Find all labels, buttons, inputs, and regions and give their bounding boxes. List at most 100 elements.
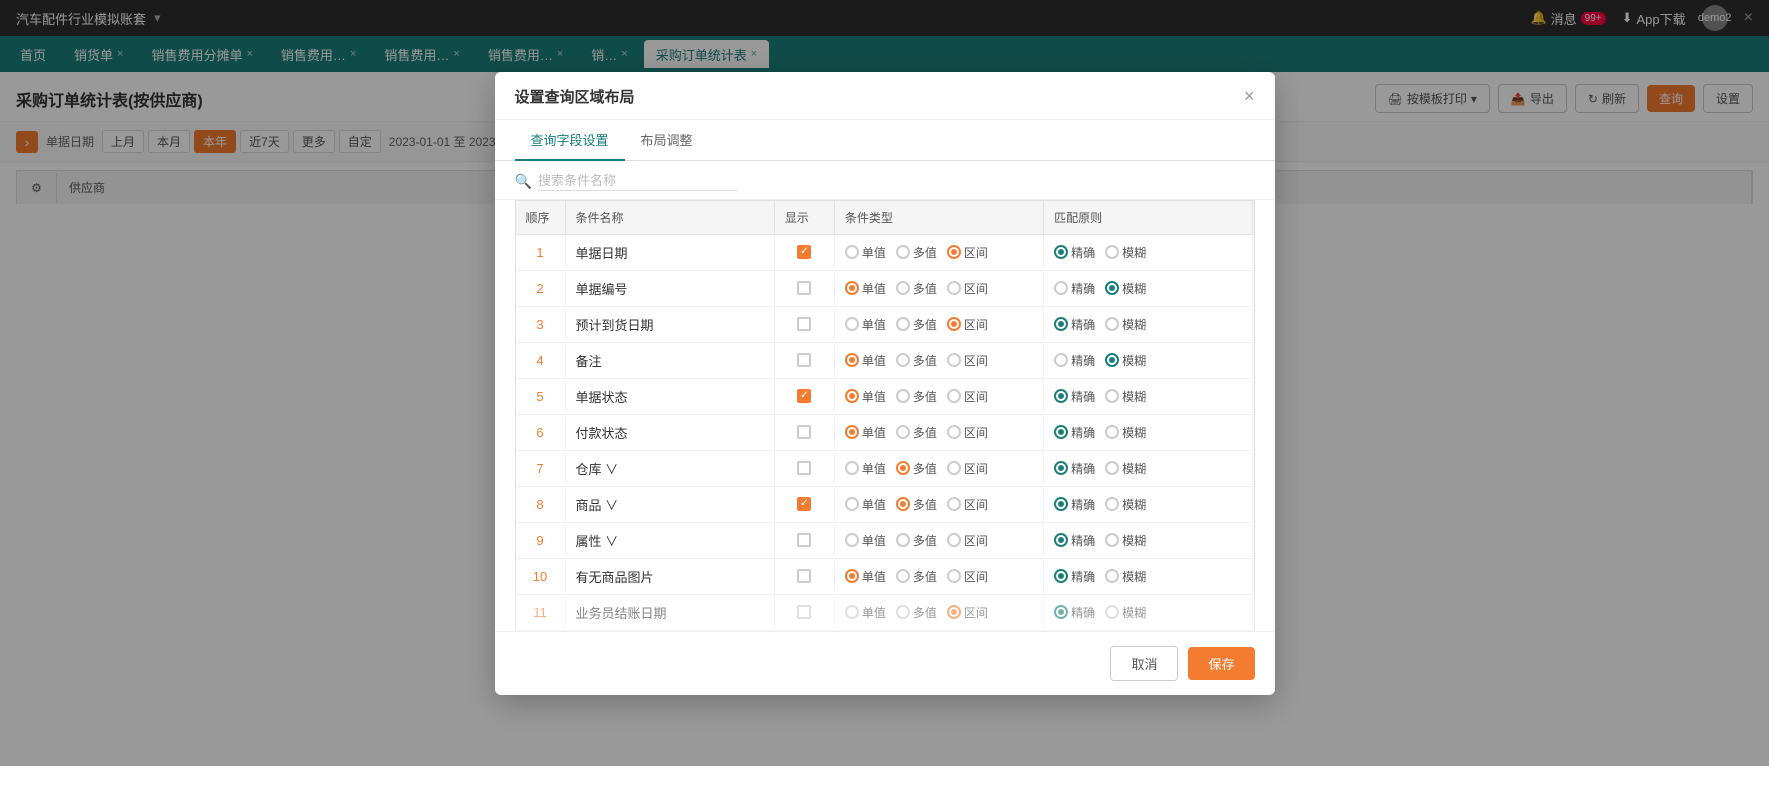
row-11-range-radio[interactable]: 区间 (947, 604, 988, 621)
row-7-checkbox[interactable] (797, 461, 811, 475)
row-11-multi-radio[interactable]: 多值 (896, 604, 937, 621)
row-7-match: 精确 模糊 (1044, 452, 1253, 485)
row-3-fuzzy-radio[interactable]: 模糊 (1105, 316, 1146, 333)
row-2-display[interactable] (775, 273, 835, 303)
row-5-exact-radio[interactable]: 精确 (1054, 388, 1095, 405)
row-5-exact-circle (1054, 389, 1068, 403)
row-2-single-radio[interactable]: 单值 (845, 280, 886, 297)
row-4-exact-radio[interactable]: 精确 (1054, 352, 1095, 369)
row-8-range-radio[interactable]: 区间 (947, 496, 988, 513)
row-10-exact-radio[interactable]: 精确 (1054, 568, 1095, 585)
row-10-fuzzy-radio[interactable]: 模糊 (1105, 568, 1146, 585)
row-7-multi-circle (896, 461, 910, 475)
row-11-exact-radio[interactable]: 精确 (1054, 604, 1095, 621)
row-10-checkbox[interactable] (797, 569, 811, 583)
row-6-checkbox[interactable] (797, 425, 811, 439)
row-7-exact-radio[interactable]: 精确 (1054, 460, 1095, 477)
dialog-tab-layout[interactable]: 布局调整 (625, 120, 709, 161)
row-5-single-radio[interactable]: 单值 (845, 388, 886, 405)
row-10-multi-radio[interactable]: 多值 (896, 568, 937, 585)
row-11-checkbox[interactable] (797, 605, 811, 619)
row-4-fuzzy-radio[interactable]: 模糊 (1105, 352, 1146, 369)
row-11-display[interactable] (775, 597, 835, 627)
dialog-search-input[interactable] (538, 173, 738, 191)
row-9-multi-radio[interactable]: 多值 (896, 532, 937, 549)
row-6-match-group: 精确 模糊 (1054, 424, 1146, 441)
row-1-exact-radio[interactable]: 精确 (1054, 244, 1095, 261)
dialog-search-box: 🔍 (495, 161, 1275, 200)
row-8-display[interactable] (775, 489, 835, 519)
row-4-single-radio[interactable]: 单值 (845, 352, 886, 369)
row-9-fuzzy-radio[interactable]: 模糊 (1105, 532, 1146, 549)
dialog-close-button[interactable]: × (1244, 87, 1255, 105)
col-match: 匹配原则 (1044, 201, 1253, 235)
row-2-fuzzy-radio[interactable]: 模糊 (1105, 280, 1146, 297)
row-7-range-radio[interactable]: 区间 (947, 460, 988, 477)
row-6-exact-radio[interactable]: 精确 (1054, 424, 1095, 441)
row-8-single-circle (845, 497, 859, 511)
row-9-name: 属性 ∨ (566, 523, 775, 558)
row-3-single-radio[interactable]: 单值 (845, 316, 886, 333)
row-3-single-circle (845, 317, 859, 331)
row-10-range-radio[interactable]: 区间 (947, 568, 988, 585)
row-7-single-radio[interactable]: 单值 (845, 460, 886, 477)
row-8-multi-radio[interactable]: 多值 (896, 496, 937, 513)
row-11-single-radio[interactable]: 单值 (845, 604, 886, 621)
row-3-display[interactable] (775, 309, 835, 339)
row-9-order: 9 (516, 525, 566, 556)
row-1-multi-radio[interactable]: 多值 (896, 244, 937, 261)
save-button[interactable]: 保存 (1188, 647, 1254, 680)
row-11-cond-radio-group: 单值 多值 区间 (845, 604, 988, 621)
row-1-single-radio[interactable]: 单值 (845, 244, 886, 261)
row-6-display[interactable] (775, 417, 835, 447)
row-9-single-radio[interactable]: 单值 (845, 532, 886, 549)
row-8-fuzzy-radio[interactable]: 模糊 (1105, 496, 1146, 513)
dialog-title: 设置查询区域布局 (515, 86, 635, 107)
row-9-display[interactable] (775, 525, 835, 555)
row-4-checkbox[interactable] (797, 353, 811, 367)
row-5-display[interactable] (775, 381, 835, 411)
row-1-checkbox[interactable] (797, 245, 811, 259)
row-1-fuzzy-radio[interactable]: 模糊 (1105, 244, 1146, 261)
row-4-range-radio[interactable]: 区间 (947, 352, 988, 369)
row-3-multi-radio[interactable]: 多值 (896, 316, 937, 333)
row-3-checkbox[interactable] (797, 317, 811, 331)
row-9-range-radio[interactable]: 区间 (947, 532, 988, 549)
row-5-fuzzy-circle (1105, 389, 1119, 403)
row-8-checkbox[interactable] (797, 497, 811, 511)
row-2-checkbox[interactable] (797, 281, 811, 295)
row-7-fuzzy-radio[interactable]: 模糊 (1105, 460, 1146, 477)
row-2-multi-radio[interactable]: 多值 (896, 280, 937, 297)
row-6-multi-radio[interactable]: 多值 (896, 424, 937, 441)
row-8-exact-radio[interactable]: 精确 (1054, 496, 1095, 513)
row-6-fuzzy-radio[interactable]: 模糊 (1105, 424, 1146, 441)
dialog-tab-query-fields[interactable]: 查询字段设置 (515, 120, 625, 161)
row-5-fuzzy-radio[interactable]: 模糊 (1105, 388, 1146, 405)
cancel-button[interactable]: 取消 (1110, 646, 1178, 681)
row-3-name: 预计到货日期 (566, 307, 775, 342)
row-10-match: 精确 模糊 (1044, 560, 1253, 593)
row-3-range-radio[interactable]: 区间 (947, 316, 988, 333)
row-5-multi-radio[interactable]: 多值 (896, 388, 937, 405)
row-11-fuzzy-radio[interactable]: 模糊 (1105, 604, 1146, 621)
row-1-range-radio[interactable]: 区间 (947, 244, 988, 261)
row-9-exact-radio[interactable]: 精确 (1054, 532, 1095, 549)
row-7-display[interactable] (775, 453, 835, 483)
row-6-range-radio[interactable]: 区间 (947, 424, 988, 441)
row-9-match-group: 精确 模糊 (1054, 532, 1146, 549)
row-3-cond-type: 单值 多值 区间 (835, 308, 1044, 341)
row-8-single-radio[interactable]: 单值 (845, 496, 886, 513)
row-4-multi-radio[interactable]: 多值 (896, 352, 937, 369)
row-10-display[interactable] (775, 561, 835, 591)
row-3-exact-radio[interactable]: 精确 (1054, 316, 1095, 333)
row-5-checkbox[interactable] (797, 389, 811, 403)
row-2-exact-radio[interactable]: 精确 (1054, 280, 1095, 297)
row-7-multi-radio[interactable]: 多值 (896, 460, 937, 477)
row-4-display[interactable] (775, 345, 835, 375)
row-10-single-radio[interactable]: 单值 (845, 568, 886, 585)
row-9-checkbox[interactable] (797, 533, 811, 547)
row-6-single-radio[interactable]: 单值 (845, 424, 886, 441)
row-1-display[interactable] (775, 237, 835, 267)
row-5-range-radio[interactable]: 区间 (947, 388, 988, 405)
row-2-range-radio[interactable]: 区间 (947, 280, 988, 297)
